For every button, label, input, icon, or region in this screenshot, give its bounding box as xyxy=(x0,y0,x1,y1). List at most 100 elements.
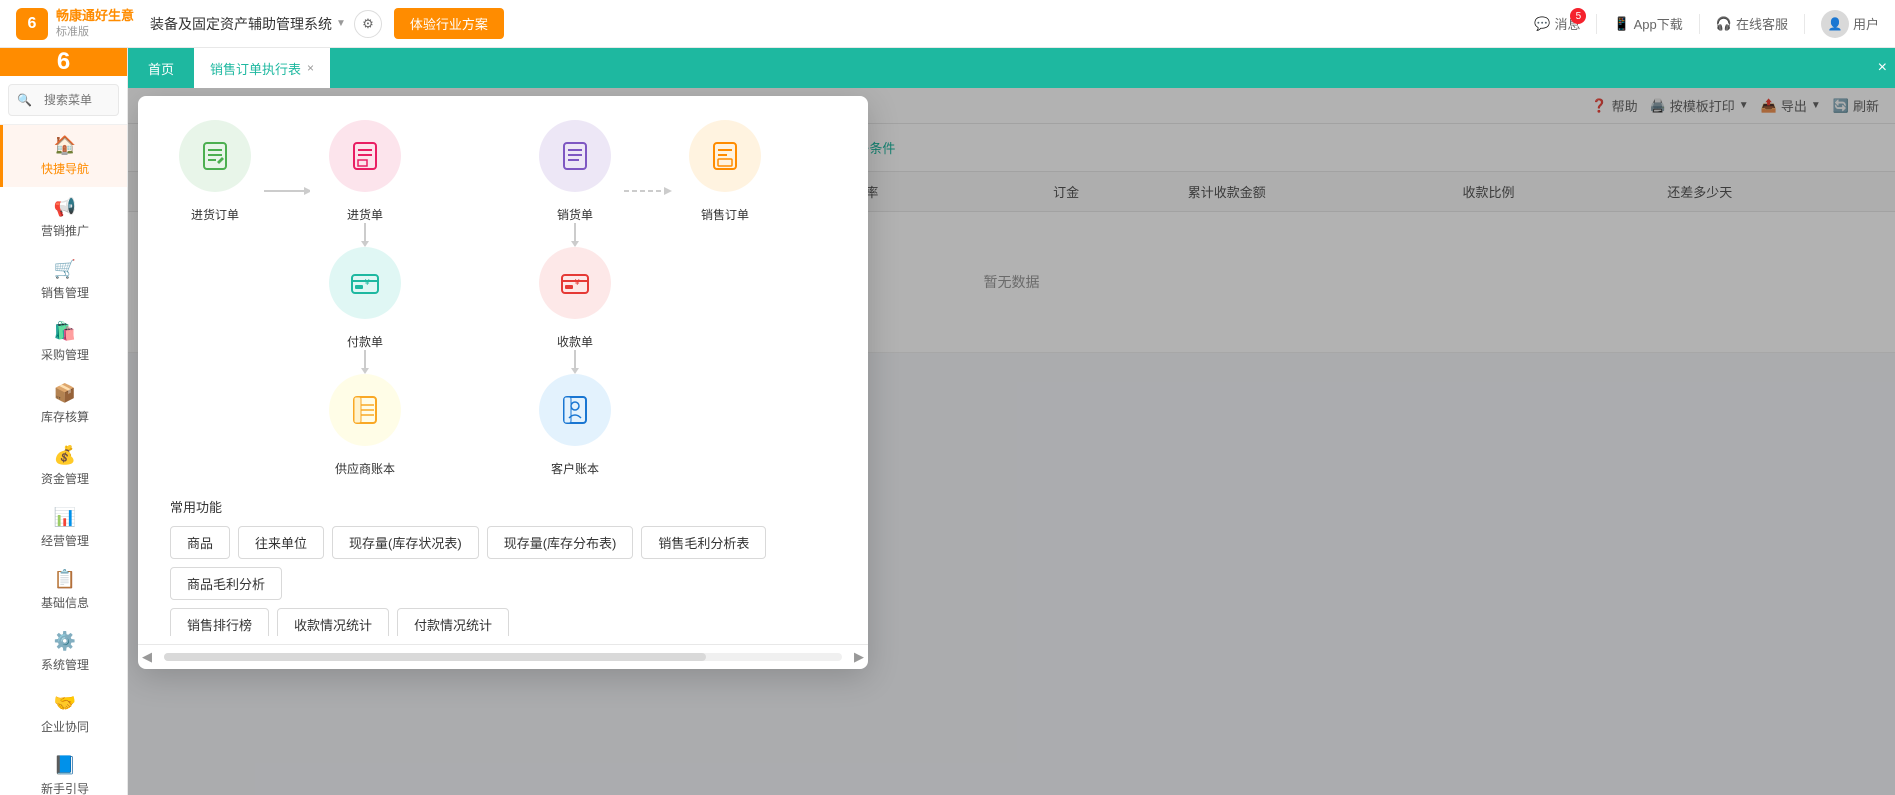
func-btn-contacts[interactable]: 往来单位 xyxy=(238,526,324,559)
flow-node-sales-order[interactable]: 销售订单 xyxy=(680,120,770,223)
func-btn-stock-status[interactable]: 现存量(库存状况表) xyxy=(332,526,479,559)
v-arrow-customer xyxy=(530,350,620,374)
message-btn[interactable]: 💬 消息 5 xyxy=(1534,14,1580,33)
func-buttons-row2: 销售排行榜 收款情况统计 付款情况统计 xyxy=(170,608,836,636)
flow-node-payment[interactable]: ¥ 付款单 xyxy=(320,247,410,350)
flow-label-receipt: 收款单 xyxy=(557,333,593,350)
experience-btn[interactable]: 体验行业方案 xyxy=(394,8,504,39)
spacer2-v5 xyxy=(680,350,770,374)
sidebar-label-operations: 经营管理 xyxy=(41,532,89,549)
flow-label-payment: 付款单 xyxy=(347,333,383,350)
sidebar-item-system[interactable]: ⚙️ 系统管理 xyxy=(0,621,127,683)
flow-spacer1 xyxy=(410,199,530,223)
sidebar-item-inventory[interactable]: 📦 库存核算 xyxy=(0,373,127,435)
func-btn-stock-dist[interactable]: 现存量(库存分布表) xyxy=(487,526,634,559)
flow-icon-purchase-bill xyxy=(329,120,401,192)
flow-label-sales-order: 销售订单 xyxy=(701,206,749,223)
sidebar-item-guide[interactable]: 📘 新手引导 xyxy=(0,745,127,795)
sidebar-item-sales[interactable]: 🛒 销售管理 xyxy=(0,249,127,311)
tab-close-btn[interactable]: × xyxy=(307,61,314,75)
spacer2-v2 xyxy=(260,350,320,374)
logo-line1: 畅康通好生意 xyxy=(56,8,134,25)
sidebar-item-finance[interactable]: 💰 资金管理 xyxy=(0,435,127,497)
flow-row2: ¥ 付款单 ¥ 收款单 xyxy=(170,247,836,350)
spacer-v3 xyxy=(410,223,530,247)
spacer-v5 xyxy=(680,223,770,247)
common-functions: 常用功能 商品 往来单位 现存量(库存状况表) 现存量(库存分布表) 销售毛利分… xyxy=(170,497,836,636)
flow-arrow-h1 xyxy=(260,183,320,223)
scroll-left-btn[interactable]: ◀ xyxy=(138,649,156,665)
logo-area: 6 畅康通好生意 标准版 xyxy=(16,8,134,40)
sidebar-item-collab[interactable]: 🤝 企业协同 xyxy=(0,683,127,745)
flow-icon-receipt: ¥ xyxy=(539,247,611,319)
search-icon: 🔍 xyxy=(17,93,32,107)
svg-text:¥: ¥ xyxy=(364,278,370,287)
func-btn-sales-rank[interactable]: 销售排行榜 xyxy=(170,608,269,636)
clipboard-icon: 📋 xyxy=(54,569,76,590)
flow-node-purchase-order[interactable]: 进货订单 xyxy=(170,120,260,223)
func-btn-receipt-stats[interactable]: 收款情况统计 xyxy=(277,608,389,636)
scroll-right-btn[interactable]: ▶ xyxy=(850,649,868,665)
func-btn-goods[interactable]: 商品 xyxy=(170,526,230,559)
online-service-btn[interactable]: 🎧 在线客服 xyxy=(1716,14,1788,33)
flow-arrow-dashed xyxy=(620,183,680,223)
sidebar: 6 🔍 🏠 快捷导航 📢 营销推广 🛒 销售管理 xyxy=(0,48,128,795)
book-icon: 📘 xyxy=(54,755,76,776)
search-input[interactable] xyxy=(36,89,116,111)
sidebar-item-purchase[interactable]: 🛍️ 采购管理 xyxy=(0,311,127,373)
top-bar-right: 💬 消息 5 📱 App下载 🎧 在线客服 👤 用户 xyxy=(1534,10,1879,38)
flow-icon-sales-bill xyxy=(539,120,611,192)
spacer-v2 xyxy=(260,223,320,247)
tab-sales-order[interactable]: 销售订单执行表 × xyxy=(194,48,330,88)
flow-label-customer-ledger: 客户账本 xyxy=(551,460,599,477)
logo-text: 畅康通好生意 标准版 xyxy=(56,8,134,39)
avatar: 👤 xyxy=(1821,10,1849,38)
sidebar-item-quick-nav[interactable]: 🏠 快捷导航 xyxy=(0,125,127,187)
app-download-btn[interactable]: 📱 App下载 xyxy=(1613,14,1682,33)
gear-icon: ⚙️ xyxy=(54,631,76,652)
flow-node-receipt[interactable]: ¥ 收款单 xyxy=(530,247,620,350)
func-btn-payment-stats[interactable]: 付款情况统计 xyxy=(397,608,509,636)
settings-button[interactable]: ⚙ xyxy=(354,10,382,38)
sidebar-label-purchase: 采购管理 xyxy=(41,346,89,363)
tab-home[interactable]: 首页 xyxy=(128,48,194,88)
flow-v-arrows2 xyxy=(170,350,836,374)
spacer-v4 xyxy=(620,223,680,247)
flow-node-customer-ledger[interactable]: 客户账本 xyxy=(530,374,620,477)
func-btn-sales-margin[interactable]: 销售毛利分析表 xyxy=(641,526,766,559)
modal-body: 进货订单 xyxy=(138,96,868,636)
spacer2-v3 xyxy=(410,350,530,374)
sidebar-search: 🔍 xyxy=(0,76,127,125)
sidebar-item-marketing[interactable]: 📢 营销推广 xyxy=(0,187,127,249)
spacer-v1 xyxy=(170,223,260,247)
separator3 xyxy=(1804,14,1805,34)
func-btn-goods-margin[interactable]: 商品毛利分析 xyxy=(170,567,282,600)
flow-node-sales-bill[interactable]: 销货单 xyxy=(530,120,620,223)
separator1 xyxy=(1596,14,1597,34)
content-body: ❓ 帮助 🖨️ 按模板打印 ▼ 📤 导出 ▼ 🔄 xyxy=(128,88,1895,795)
user-area[interactable]: 👤 用户 xyxy=(1821,10,1879,38)
svg-text:¥: ¥ xyxy=(574,278,580,287)
app-download-label: App下载 xyxy=(1634,14,1683,33)
megaphone-icon: 📢 xyxy=(54,197,76,218)
flow-node-purchase-bill[interactable]: 进货单 xyxy=(320,120,410,223)
sidebar-label-quick-nav: 快捷导航 xyxy=(41,160,89,177)
spacer2-v1 xyxy=(170,350,260,374)
tab-bar: 首页 销售订单执行表 × × xyxy=(128,48,1895,88)
flow-node-supplier-ledger[interactable]: 供应商账本 xyxy=(320,374,410,477)
message-badge: 5 xyxy=(1570,8,1586,24)
sidebar-label-inventory: 库存核算 xyxy=(41,408,89,425)
sidebar-label-sales: 销售管理 xyxy=(41,284,89,301)
sidebar-item-basic-info[interactable]: 📋 基础信息 xyxy=(0,559,127,621)
sidebar-label-guide: 新手引导 xyxy=(41,780,89,795)
sidebar-logo: 6 xyxy=(0,48,127,76)
tab-close-window[interactable]: × xyxy=(1878,59,1895,77)
modal-overlay: 进货订单 xyxy=(128,88,1895,795)
flow-row1: 进货订单 xyxy=(170,120,836,223)
sidebar-label-finance: 资金管理 xyxy=(41,470,89,487)
logo-char: 6 xyxy=(28,15,37,33)
scroll-thumb[interactable] xyxy=(164,653,706,661)
system-dropdown-arrow[interactable]: ▼ xyxy=(336,18,346,29)
flow-label-purchase-order: 进货订单 xyxy=(191,206,239,223)
sidebar-item-operations[interactable]: 📊 经营管理 xyxy=(0,497,127,559)
